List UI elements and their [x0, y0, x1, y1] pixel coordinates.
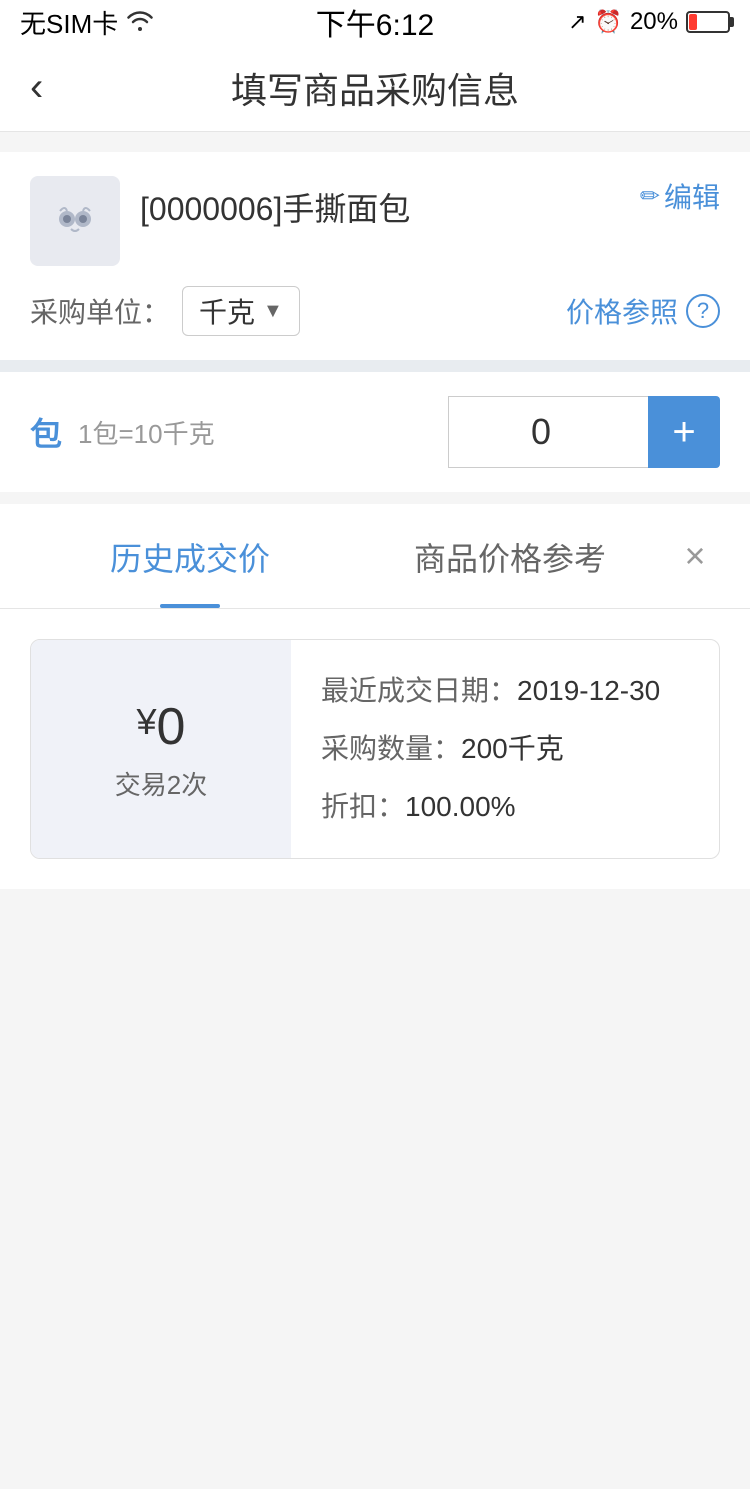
purchase-qty-row: 采购数量：200千克: [321, 728, 689, 770]
battery-percent: 20%: [630, 8, 678, 36]
product-name: [0000006]手撕面包: [140, 176, 410, 230]
quantity-plus-button[interactable]: +: [648, 396, 720, 468]
product-unit-row: 采购单位： 千克 ▼ 价格参照 ?: [30, 286, 720, 336]
status-right: ↗ ⏰ 20%: [568, 8, 730, 36]
trade-count: 交易2次: [115, 765, 207, 802]
unit-label: 采购单位：: [30, 291, 170, 331]
product-header: [0000006]手撕面包 ✏ 编辑: [30, 176, 720, 266]
currency-symbol: ¥: [137, 701, 157, 742]
tabs-panel: 历史成交价 商品价格参考 × ¥0 交易2次 最近成交日期：2019-12-30…: [0, 504, 750, 889]
location-icon: ↗: [568, 9, 586, 35]
dropdown-arrow-icon: ▼: [263, 300, 283, 323]
discount-row: 折扣：100.00%: [321, 786, 689, 828]
back-button[interactable]: ‹: [30, 55, 53, 120]
status-time: 下午6:12: [316, 0, 434, 44]
price-right-panel: 最近成交日期：2019-12-30 采购数量：200千克 折扣：100.00%: [291, 640, 719, 858]
discount-label: 折扣：: [321, 791, 405, 822]
price-card: ¥0 交易2次 最近成交日期：2019-12-30 采购数量：200千克 折扣：…: [30, 639, 720, 859]
alarm-icon: ⏰: [595, 9, 622, 35]
status-bar: 无SIM卡 下午6:12 ↗ ⏰ 20%: [0, 0, 750, 44]
product-thumbnail: [30, 176, 120, 266]
edit-icon: ✏: [640, 182, 660, 211]
unit-value: 千克: [199, 291, 255, 331]
price-reference-button[interactable]: 价格参照 ?: [566, 291, 720, 331]
status-left: 无SIM卡: [20, 4, 154, 41]
product-card: [0000006]手撕面包 ✏ 编辑 采购单位： 千克 ▼ 价格参照 ?: [0, 152, 750, 360]
unit-conversion: 1包=10千克: [78, 414, 215, 451]
recent-date-row: 最近成交日期：2019-12-30: [321, 670, 689, 712]
wifi-icon: [126, 7, 154, 38]
edit-button[interactable]: ✏ 编辑: [640, 176, 720, 216]
purchase-qty-label: 采购数量：: [321, 733, 461, 764]
recent-date-label: 最近成交日期：: [321, 675, 517, 706]
bag-label: 包: [30, 409, 62, 455]
carrier-text: 无SIM卡: [20, 4, 118, 41]
purchase-qty-value: 200千克: [461, 733, 564, 764]
help-icon: ?: [686, 294, 720, 328]
quantity-control: +: [448, 396, 720, 468]
quantity-unit-info: 包 1包=10千克: [30, 409, 215, 455]
tab-history-price[interactable]: 历史成交价: [30, 504, 350, 608]
recent-date-value: 2019-12-30: [517, 675, 660, 706]
main-content-area: [0, 889, 750, 1489]
tabs-header: 历史成交价 商品价格参考 ×: [0, 504, 750, 609]
price-amount: ¥0: [137, 697, 186, 757]
battery-icon: [686, 11, 730, 33]
section-divider: [0, 360, 750, 372]
nav-bar: ‹ 填写商品采购信息: [0, 44, 750, 132]
price-left-panel: ¥0 交易2次: [31, 640, 291, 858]
tab-price-reference[interactable]: 商品价格参考: [350, 504, 670, 608]
history-price-content: ¥0 交易2次 最近成交日期：2019-12-30 采购数量：200千克 折扣：…: [0, 609, 750, 889]
discount-value: 100.00%: [405, 791, 516, 822]
product-left: [0000006]手撕面包: [30, 176, 410, 266]
unit-select[interactable]: 千克 ▼: [182, 286, 300, 336]
price-ref-label: 价格参照: [566, 291, 678, 331]
quantity-row: 包 1包=10千克 +: [0, 372, 750, 492]
page-title: 填写商品采购信息: [231, 62, 519, 114]
tab-close-button[interactable]: ×: [670, 531, 720, 581]
quantity-input[interactable]: [448, 396, 648, 468]
